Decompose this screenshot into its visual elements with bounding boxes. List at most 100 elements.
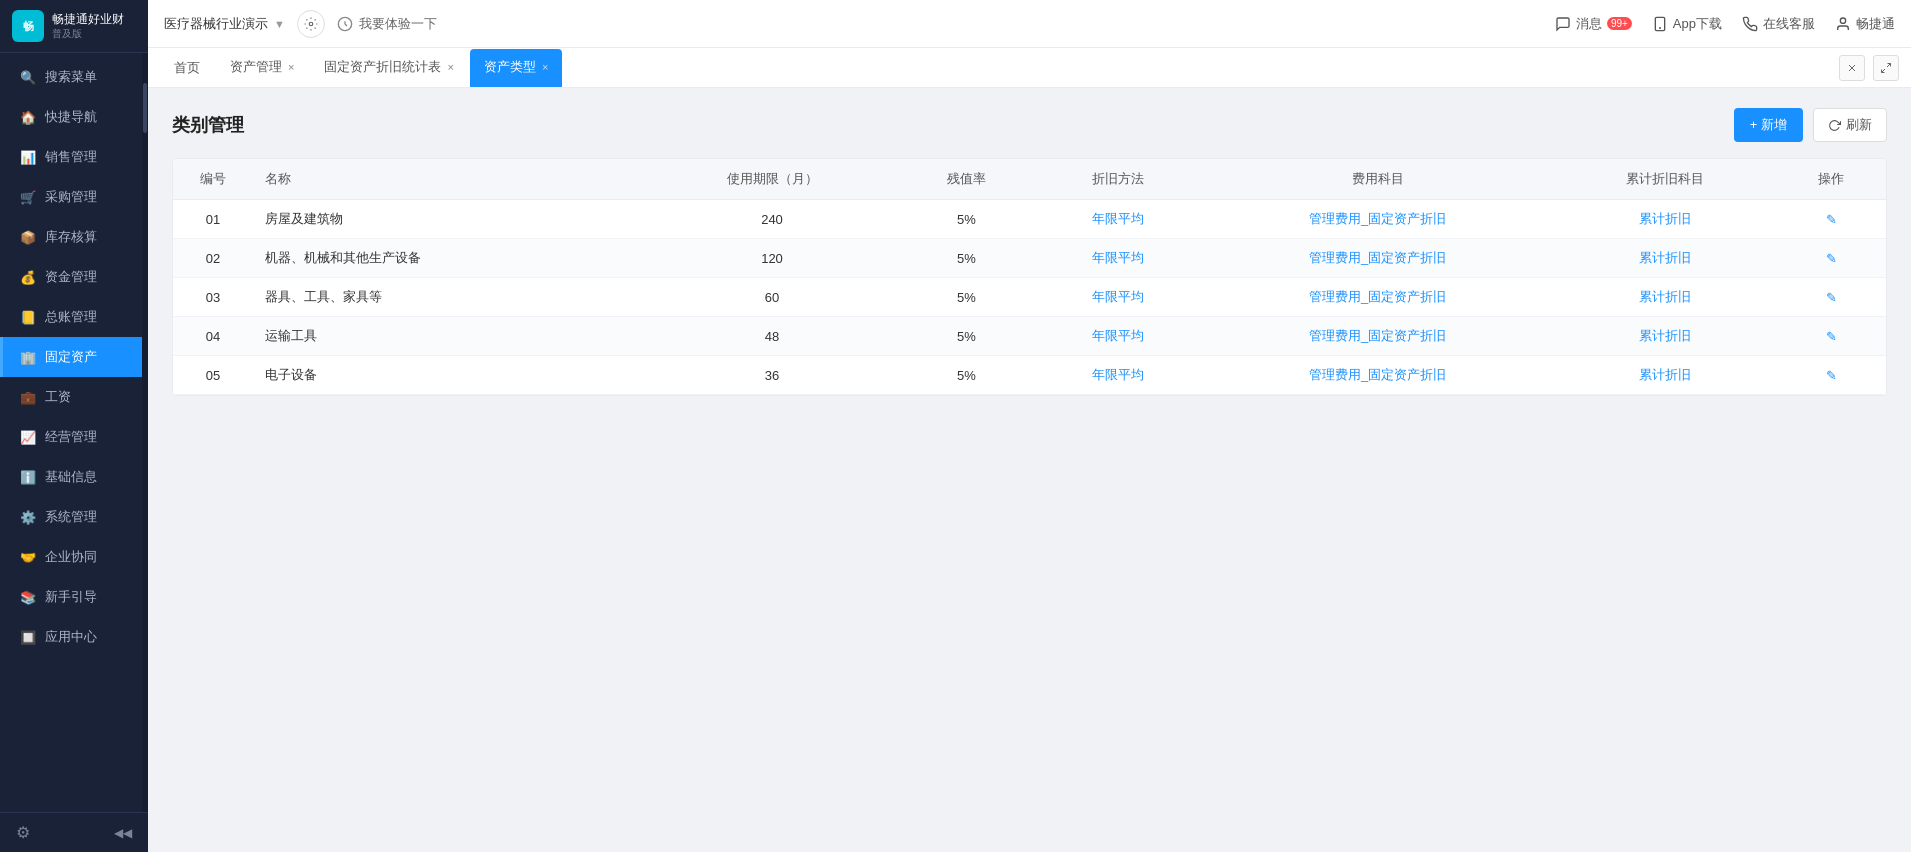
sidebar-bottom: ⚙ ◀◀ xyxy=(0,812,148,852)
col-header-name: 名称 xyxy=(253,159,646,200)
tab-home-label: 首页 xyxy=(174,59,200,77)
topbar-right: 消息 99+ App下载 在线客服 xyxy=(1555,15,1895,33)
tab-asset-management[interactable]: 资产管理 × xyxy=(216,49,308,87)
online-service-label: 在线客服 xyxy=(1763,15,1815,33)
cell-edit[interactable]: ✎ xyxy=(1777,278,1886,317)
cell-period: 240 xyxy=(646,200,897,239)
sidebar-item-basic-info[interactable]: ℹ️ 基础信息 xyxy=(0,457,142,497)
svg-point-0 xyxy=(309,22,313,26)
app-logo-text: 畅捷通好业财 普及版 xyxy=(52,12,124,41)
header-actions: + 新增 刷新 xyxy=(1734,108,1887,142)
sidebar-item-purchase[interactable]: 🛒 采购管理 xyxy=(0,177,142,217)
close-tab-button[interactable] xyxy=(1839,55,1865,81)
cell-name: 电子设备 xyxy=(253,356,646,395)
search-icon: 🔍 xyxy=(19,68,37,86)
svg-line-7 xyxy=(1887,63,1891,67)
cell-depreciation: 累计折旧 xyxy=(1554,200,1777,239)
sidebar-nav: 🔍 搜索菜单 🏠 快捷导航 📊 销售管理 🛒 采购管理 📦 库存核 xyxy=(0,53,142,661)
cell-name: 运输工具 xyxy=(253,317,646,356)
tab-asset-management-close[interactable]: × xyxy=(288,61,294,73)
new-button[interactable]: + 新增 xyxy=(1734,108,1803,142)
expand-tab-button[interactable] xyxy=(1873,55,1899,81)
settings-bottom-icon[interactable]: ⚙ xyxy=(16,823,30,842)
cell-depreciation: 累计折旧 xyxy=(1554,317,1777,356)
cell-method: 年限平均 xyxy=(1035,239,1201,278)
cell-period: 120 xyxy=(646,239,897,278)
cell-period: 36 xyxy=(646,356,897,395)
cell-period: 60 xyxy=(646,278,897,317)
svg-point-4 xyxy=(1840,18,1845,23)
cell-edit[interactable]: ✎ xyxy=(1777,200,1886,239)
online-service-button[interactable]: 在线客服 xyxy=(1742,15,1815,33)
col-header-method: 折旧方法 xyxy=(1035,159,1201,200)
tabs-bar: 首页 资产管理 × 固定资产折旧统计表 × 资产类型 × xyxy=(148,48,1911,88)
app-logo-icon: 畅 xyxy=(12,10,44,42)
collapse-icon[interactable]: ◀◀ xyxy=(114,826,132,840)
sidebar-item-guide[interactable]: 📚 新手引导 xyxy=(0,577,142,617)
sidebar-item-operation[interactable]: 📈 经营管理 xyxy=(0,417,142,457)
cell-method: 年限平均 xyxy=(1035,200,1201,239)
cell-method: 年限平均 xyxy=(1035,317,1201,356)
tabs-controls xyxy=(1839,55,1899,81)
cell-depreciation: 累计折旧 xyxy=(1554,356,1777,395)
operation-icon: 📈 xyxy=(19,428,37,446)
company-selector[interactable]: 医疗器械行业演示 ▼ xyxy=(164,15,285,33)
sidebar-item-ledger[interactable]: 📒 总账管理 xyxy=(0,297,142,337)
sidebar-scrollbar-thumb xyxy=(143,83,147,133)
sidebar: 畅 畅捷通好业财 普及版 🔍 搜索菜单 🏠 快捷导航 📊 销售管理 xyxy=(0,0,148,852)
cell-depreciation: 累计折旧 xyxy=(1554,239,1777,278)
sidebar-item-quick-nav[interactable]: 🏠 快捷导航 xyxy=(0,97,142,137)
cooperation-icon: 🤝 xyxy=(19,548,37,566)
cell-edit[interactable]: ✎ xyxy=(1777,317,1886,356)
company-name: 医疗器械行业演示 xyxy=(164,15,268,33)
table-row: 02机器、机械和其他生产设备1205%年限平均管理费用_固定资产折旧累计折旧✎ xyxy=(173,239,1886,278)
tab-asset-management-label: 资产管理 xyxy=(230,58,282,76)
sidebar-logo: 畅 畅捷通好业财 普及版 xyxy=(0,0,148,53)
app-download-button[interactable]: App下载 xyxy=(1652,15,1722,33)
tab-asset-type[interactable]: 资产类型 × xyxy=(470,49,562,87)
experience-text: 我要体验一下 xyxy=(359,15,437,33)
tab-asset-type-close[interactable]: × xyxy=(542,61,548,73)
cell-edit[interactable]: ✎ xyxy=(1777,356,1886,395)
sidebar-item-cooperation[interactable]: 🤝 企业协同 xyxy=(0,537,142,577)
sidebar-item-fixed-assets[interactable]: 🏢 固定资产 xyxy=(0,337,142,377)
sidebar-item-system[interactable]: ⚙️ 系统管理 xyxy=(0,497,142,537)
col-header-period: 使用期限（月） xyxy=(646,159,897,200)
tab-home[interactable]: 首页 xyxy=(160,49,214,87)
cell-depreciation: 累计折旧 xyxy=(1554,278,1777,317)
user-button[interactable]: 畅捷通 xyxy=(1835,15,1895,33)
cell-expense: 管理费用_固定资产折旧 xyxy=(1201,356,1553,395)
sidebar-item-app-center[interactable]: 🔲 应用中心 xyxy=(0,617,142,657)
experience-button[interactable]: 我要体验一下 xyxy=(337,15,437,33)
cell-code: 05 xyxy=(173,356,253,395)
app-download-label: App下载 xyxy=(1673,15,1722,33)
cell-expense: 管理费用_固定资产折旧 xyxy=(1201,317,1553,356)
cell-edit[interactable]: ✎ xyxy=(1777,239,1886,278)
sidebar-item-inventory[interactable]: 📦 库存核算 xyxy=(0,217,142,257)
tab-depreciation-table[interactable]: 固定资产折旧统计表 × xyxy=(310,49,467,87)
system-icon: ⚙️ xyxy=(19,508,37,526)
cell-residual: 5% xyxy=(898,356,1036,395)
cell-residual: 5% xyxy=(898,239,1036,278)
refresh-button[interactable]: 刷新 xyxy=(1813,108,1887,142)
fixed-assets-icon: 🏢 xyxy=(19,348,37,366)
username-label: 畅捷通 xyxy=(1856,15,1895,33)
table-row: 01房屋及建筑物2405%年限平均管理费用_固定资产折旧累计折旧✎ xyxy=(173,200,1886,239)
sidebar-item-sales[interactable]: 📊 销售管理 xyxy=(0,137,142,177)
sidebar-item-search[interactable]: 🔍 搜索菜单 xyxy=(0,57,142,97)
sidebar-item-salary[interactable]: 💼 工资 xyxy=(0,377,142,417)
col-header-expense: 费用科目 xyxy=(1201,159,1553,200)
tab-depreciation-table-close[interactable]: × xyxy=(447,61,453,73)
settings-button[interactable] xyxy=(297,10,325,38)
message-badge: 99+ xyxy=(1607,17,1632,30)
sidebar-item-fund[interactable]: 💰 资金管理 xyxy=(0,257,142,297)
cell-name: 器具、工具、家具等 xyxy=(253,278,646,317)
message-button[interactable]: 消息 99+ xyxy=(1555,15,1632,33)
cell-expense: 管理费用_固定资产折旧 xyxy=(1201,200,1553,239)
basic-info-icon: ℹ️ xyxy=(19,468,37,486)
main-area: 医疗器械行业演示 ▼ 我要体验一下 xyxy=(148,0,1911,852)
purchase-icon: 🛒 xyxy=(19,188,37,206)
cell-code: 01 xyxy=(173,200,253,239)
table-row: 03器具、工具、家具等605%年限平均管理费用_固定资产折旧累计折旧✎ xyxy=(173,278,1886,317)
tabs-list: 首页 资产管理 × 固定资产折旧统计表 × 资产类型 × xyxy=(160,48,562,87)
